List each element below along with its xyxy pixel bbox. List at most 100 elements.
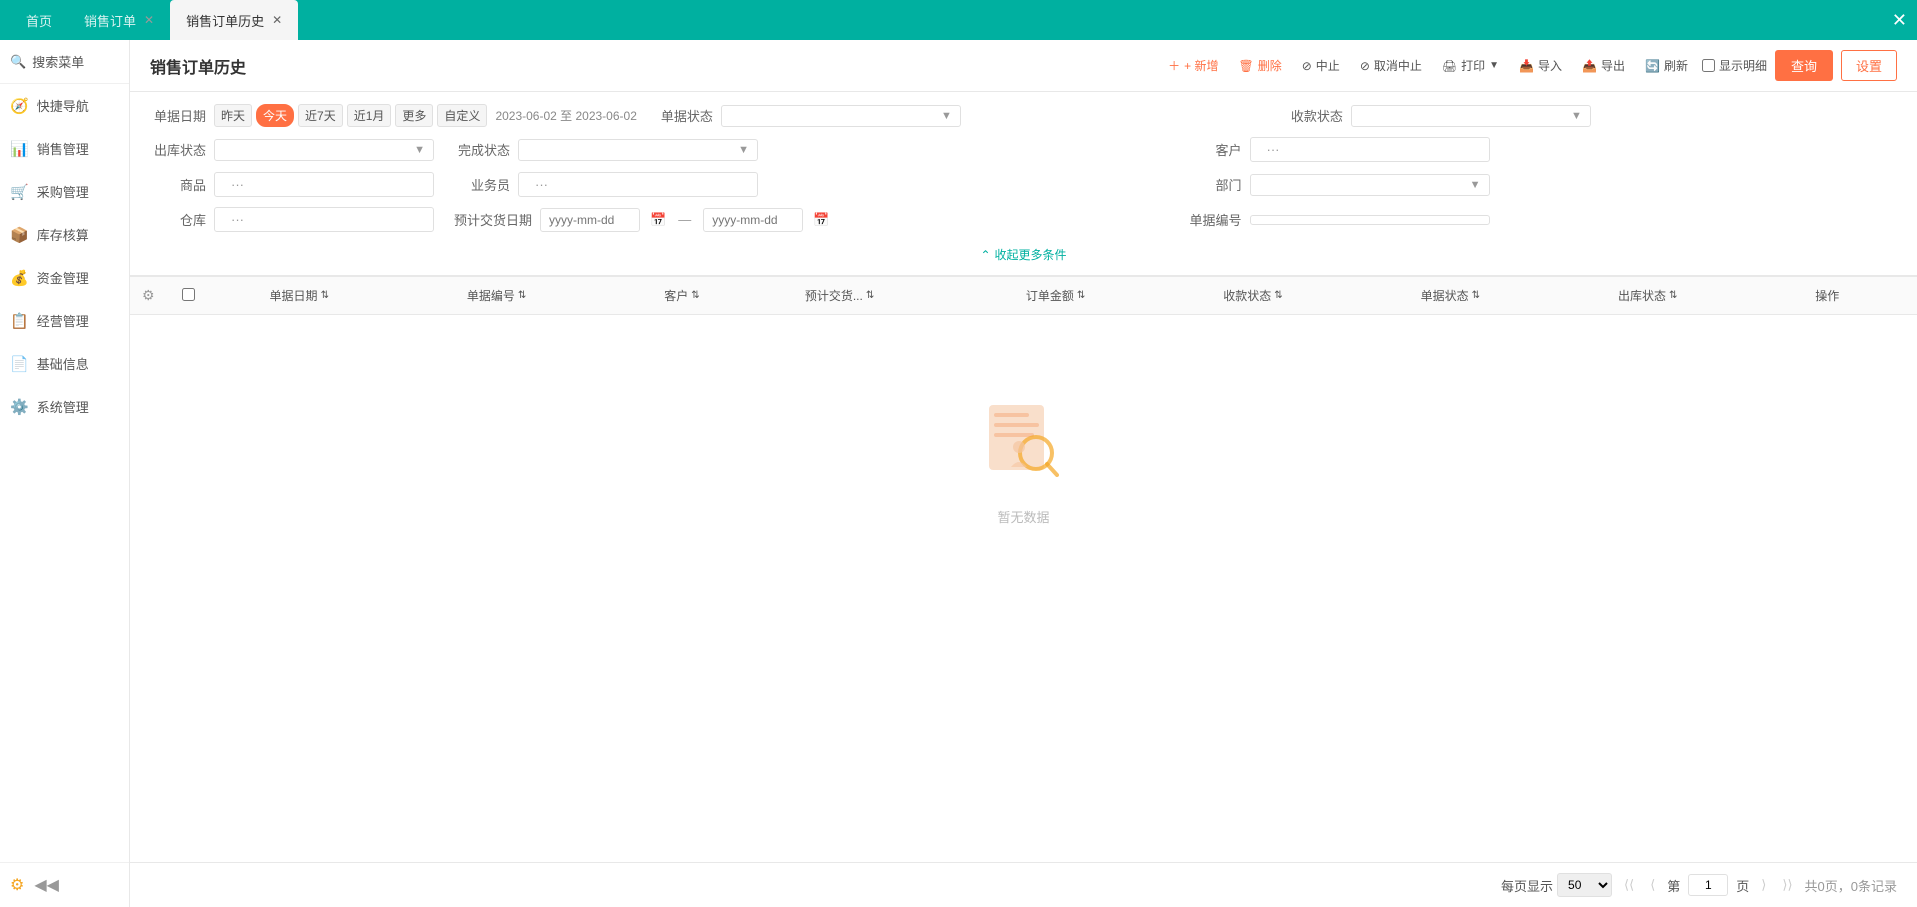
per-page-select[interactable]: 50 10 20 100 [1557, 873, 1612, 897]
close-tab-history-icon[interactable]: ✕ [272, 13, 282, 27]
print-button[interactable]: 🖨 打印 ▼ [1436, 53, 1505, 78]
salesperson-more-icon[interactable]: ··· [535, 177, 548, 192]
date-btn-custom[interactable]: 自定义 [437, 104, 487, 127]
sidebar-item-purchase[interactable]: 🛒 采购管理 [0, 170, 129, 213]
page-first-btn[interactable]: ⟨⟨ [1620, 875, 1638, 895]
stop-button[interactable]: ⊘ 中止 [1296, 53, 1346, 78]
search-icon: 🔍 [10, 54, 26, 70]
bill-number-label: 单据编号 [1186, 210, 1242, 229]
page-header: 销售订单历史 ＋ + 新增 🗑 删除 ⊘ 中止 ⊘ 取消中止 [130, 40, 1917, 92]
salesperson-input[interactable]: ··· [518, 172, 758, 197]
date-btn-more[interactable]: 更多 [395, 104, 433, 127]
page-number-input[interactable] [1688, 874, 1728, 896]
finance-icon: 💰 [10, 269, 29, 287]
th-date[interactable]: 单据日期 ⇅ [258, 277, 455, 315]
warehouse-input[interactable]: ··· [214, 207, 434, 232]
bill-number-input[interactable] [1250, 215, 1490, 225]
date-quick-btns: 昨天 今天 近7天 近1月 更多 自定义 [214, 104, 487, 127]
th-bill-status[interactable]: 单据状态 ⇅ [1409, 277, 1606, 315]
filter-row-2: 出库状态 ▼ 完成状态 ▼ 客户 [150, 137, 1897, 162]
date-btn-7days[interactable]: 近7天 [298, 104, 343, 127]
th-payment-status[interactable]: 收款状态 ⇅ [1211, 277, 1408, 315]
import-icon: 📥 [1519, 59, 1534, 73]
date-range-display: 2023-06-02 至 2023-06-02 [495, 107, 636, 124]
th-number[interactable]: 单据编号 ⇅ [455, 277, 652, 315]
bill-status-label: 单据状态 [657, 106, 713, 125]
page-next-btn[interactable]: ⟩ [1757, 875, 1770, 895]
tab-sales-order[interactable]: 销售订单 ✕ [68, 0, 170, 40]
th-out-status[interactable]: 出库状态 ⇅ [1606, 277, 1803, 315]
empty-state: 暂无数据 [130, 315, 1917, 606]
window-close-icon[interactable]: ✕ [1892, 10, 1907, 31]
table-area: ⚙ 单据日期 ⇅ 单据编号 [130, 276, 1917, 862]
cancel-stop-button[interactable]: ⊘ 取消中止 [1354, 53, 1428, 78]
export-icon: 📤 [1582, 59, 1597, 73]
delivery-date-from-input[interactable] [540, 208, 640, 232]
warehouse-more-icon[interactable]: ··· [231, 212, 244, 227]
department-select[interactable]: ▼ [1250, 174, 1490, 196]
sidebar-item-system[interactable]: ⚙️ 系统管理 [0, 385, 129, 428]
pagination: 每页显示 50 10 20 100 ⟨⟨ ⟨ 第 页 ⟩ ⟩⟩ 共0页，0条记录 [130, 862, 1917, 907]
sales-icon: 📊 [10, 140, 29, 158]
page-last-btn[interactable]: ⟩⟩ [1778, 875, 1796, 895]
calendar-to-icon[interactable]: 📅 [813, 212, 829, 228]
operation-icon: 📋 [10, 312, 29, 330]
out-status-filter: 出库状态 ▼ [150, 139, 434, 161]
bill-status-select[interactable]: ▼ [721, 105, 961, 127]
query-button[interactable]: 查询 [1775, 50, 1833, 81]
complete-status-select[interactable]: ▼ [518, 139, 758, 161]
collapse-sidebar-icon[interactable]: ◀◀ [34, 875, 59, 895]
sidebar-item-basic-info[interactable]: 📄 基础信息 [0, 342, 129, 385]
th-customer[interactable]: 客户 ⇅ [652, 277, 793, 315]
sidebar-item-quick-nav[interactable]: 🧭 快捷导航 [0, 84, 129, 127]
product-more-icon[interactable]: ··· [231, 177, 244, 192]
date-btn-1month[interactable]: 近1月 [347, 104, 392, 127]
tab-home[interactable]: 首页 [10, 0, 68, 40]
system-icon: ⚙️ [10, 398, 29, 416]
calendar-from-icon[interactable]: 📅 [650, 212, 666, 228]
close-tab-sales-order-icon[interactable]: ✕ [144, 13, 154, 27]
payment-status-label: 收款状态 [1287, 106, 1343, 125]
customer-more-icon[interactable]: ··· [1267, 142, 1280, 157]
th-action: 操作 [1803, 277, 1917, 315]
refresh-button[interactable]: 🔄 刷新 [1639, 53, 1694, 78]
delivery-date-filter: 预计交货日期 📅 — 📅 [454, 208, 1166, 232]
th-amount[interactable]: 订单金额 ⇅ [1014, 277, 1211, 315]
out-status-label: 出库状态 [150, 140, 206, 159]
delete-icon: 🗑 [1238, 59, 1253, 73]
customer-input[interactable]: ··· [1250, 137, 1490, 162]
settings-button[interactable]: 设置 [1841, 50, 1897, 81]
sidebar-search[interactable]: 🔍 搜索菜单 [0, 40, 129, 84]
collapse-up-icon: ⌃ [980, 248, 990, 262]
show-detail-checkbox[interactable] [1702, 59, 1715, 72]
sidebar-item-operation[interactable]: 📋 经营管理 [0, 299, 129, 342]
page-title: 销售订单历史 [150, 54, 246, 78]
settings-bottom-icon[interactable]: ⚙ [10, 875, 24, 895]
th-delivery[interactable]: 预计交货... ⇅ [793, 277, 1014, 315]
delete-button[interactable]: 🗑 删除 [1232, 53, 1287, 78]
department-label: 部门 [1186, 175, 1242, 194]
export-button[interactable]: 📤 导出 [1576, 53, 1631, 78]
sort-date-icon: ⇅ [321, 290, 329, 301]
add-button[interactable]: ＋ + 新增 [1162, 53, 1224, 78]
salesperson-label: 业务员 [454, 175, 510, 194]
sidebar-item-sales[interactable]: 📊 销售管理 [0, 127, 129, 170]
select-all-checkbox[interactable] [182, 288, 195, 301]
delivery-date-to-input[interactable] [703, 208, 803, 232]
page-prev-btn[interactable]: ⟨ [1646, 875, 1659, 895]
out-status-select[interactable]: ▼ [214, 139, 434, 161]
collapse-row[interactable]: ⌃ 收起更多条件 [150, 242, 1897, 263]
empty-illustration [964, 395, 1084, 495]
filter-area: 单据日期 昨天 今天 近7天 近1月 更多 自定义 2023-06-02 至 2… [130, 92, 1917, 276]
date-btn-today[interactable]: 今天 [256, 104, 294, 127]
tab-sales-order-history[interactable]: 销售订单历史 ✕ [170, 0, 298, 40]
import-button[interactable]: 📥 导入 [1513, 53, 1568, 78]
table-settings-icon[interactable]: ⚙ [142, 287, 155, 303]
product-input[interactable]: ··· [214, 172, 434, 197]
content-area: 销售订单历史 ＋ + 新增 🗑 删除 ⊘ 中止 ⊘ 取消中止 [130, 40, 1917, 907]
sidebar-item-inventory[interactable]: 📦 库存核算 [0, 213, 129, 256]
sidebar-item-finance[interactable]: 💰 资金管理 [0, 256, 129, 299]
date-separator: — [678, 212, 691, 227]
payment-status-select[interactable]: ▼ [1351, 105, 1591, 127]
date-btn-yesterday[interactable]: 昨天 [214, 104, 252, 127]
